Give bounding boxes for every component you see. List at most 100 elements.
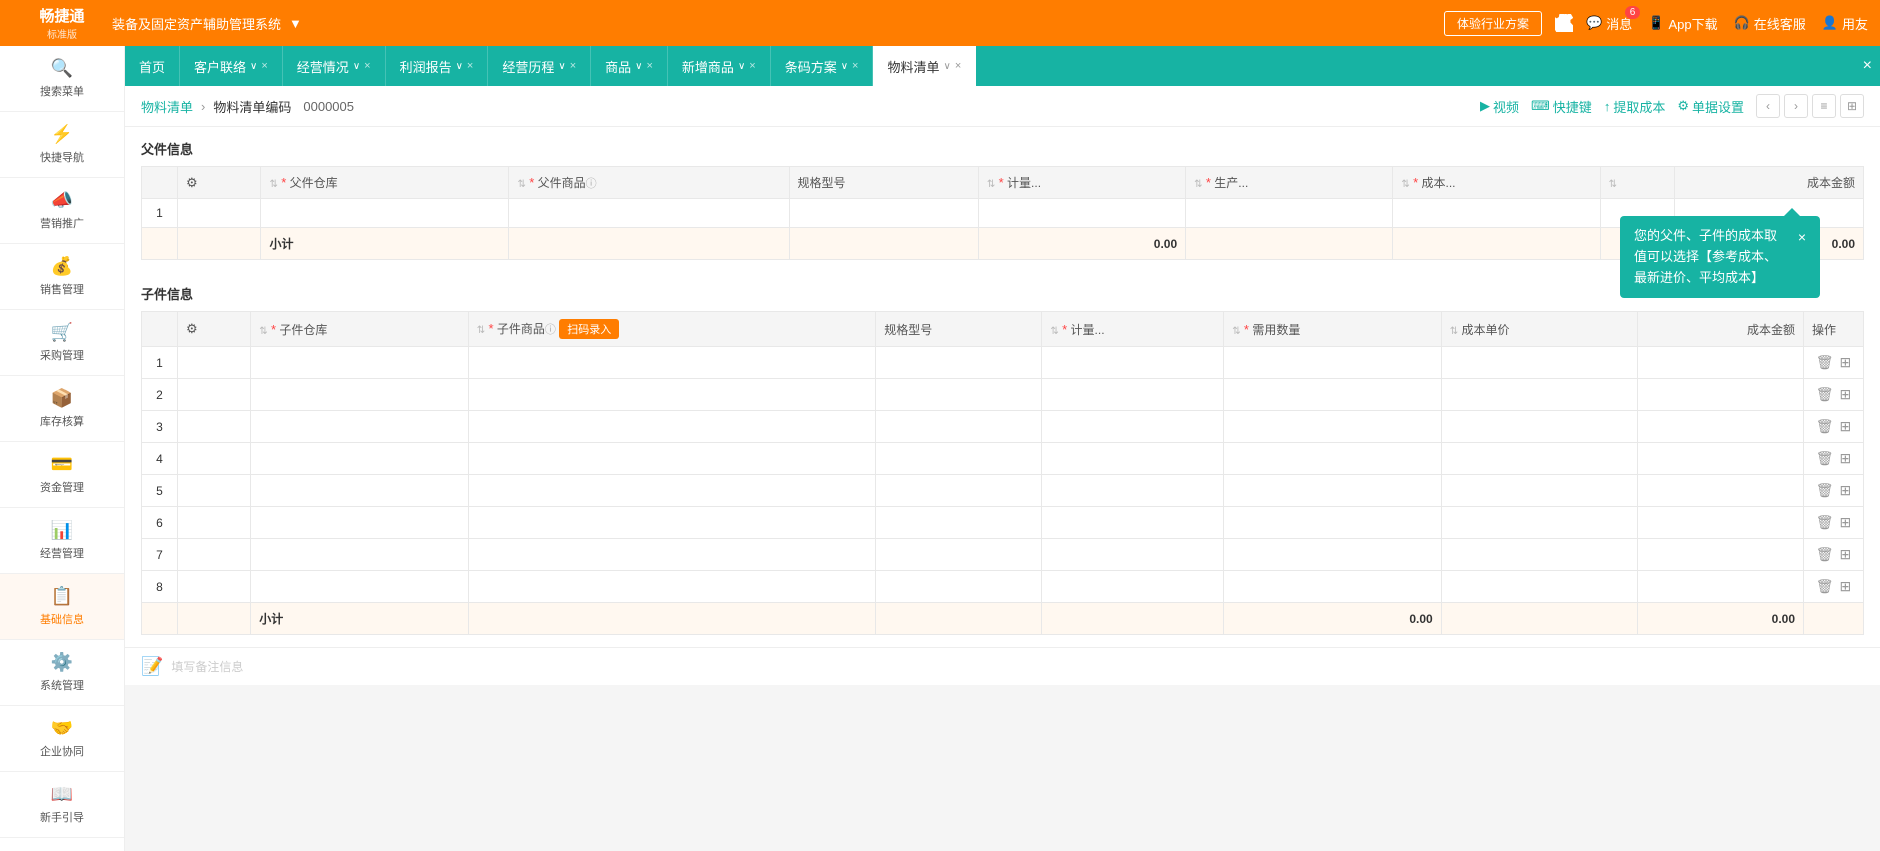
child-row-5-amount[interactable]: [1637, 475, 1803, 507]
child-row-8-warehouse[interactable]: [251, 571, 469, 603]
child-th-settings[interactable]: ⚙: [178, 312, 251, 347]
child-row-3-spec[interactable]: [876, 411, 1042, 443]
child-goods-info-icon[interactable]: ⓘ: [545, 324, 556, 336]
parent-row-1-spec[interactable]: [789, 199, 978, 228]
child-row-4-copy-icon[interactable]: ⊞: [1840, 450, 1852, 467]
tab-profit[interactable]: 利润报告 ∨ ×: [386, 46, 489, 86]
nav-menu-button[interactable]: ≡: [1812, 94, 1836, 118]
breadcrumb-parent[interactable]: 物料清单: [141, 97, 193, 116]
child-row-5-warehouse[interactable]: [251, 475, 469, 507]
child-row-3-unit[interactable]: [1042, 411, 1224, 443]
child-row-6-qty[interactable]: [1224, 507, 1442, 539]
sidebar-item-guide[interactable]: 📖 新手引导: [0, 772, 124, 838]
child-row-5-qty[interactable]: [1224, 475, 1442, 507]
child-row-4-delete-icon[interactable]: 🗑: [1816, 450, 1834, 467]
child-row-7-copy-icon[interactable]: ⊞: [1840, 546, 1852, 563]
parent-row-1-production[interactable]: [1186, 199, 1393, 228]
tooltip-close-button[interactable]: ×: [1798, 226, 1806, 248]
child-row-3-copy-icon[interactable]: ⊞: [1840, 418, 1852, 435]
child-row-7-goods[interactable]: [468, 539, 876, 571]
child-row-5-unit[interactable]: [1042, 475, 1224, 507]
tab-goods-close[interactable]: ×: [646, 60, 652, 72]
tab-barcode-close[interactable]: ×: [852, 60, 858, 72]
sidebar-item-search[interactable]: 🔍 搜索菜单: [0, 46, 124, 112]
child-row-6-warehouse[interactable]: [251, 507, 469, 539]
title-dropdown-icon[interactable]: ▼: [289, 16, 302, 31]
sidebar-item-purchase[interactable]: 🛒 采购管理: [0, 310, 124, 376]
child-row-1-spec[interactable]: [876, 347, 1042, 379]
tab-home[interactable]: 首页: [125, 46, 180, 86]
child-row-4-spec[interactable]: [876, 443, 1042, 475]
nav-expand-button[interactable]: ⊞: [1840, 94, 1864, 118]
child-row-3-unit-price[interactable]: [1441, 411, 1637, 443]
tab-ops-close[interactable]: ×: [364, 60, 370, 72]
tab-new-goods-close[interactable]: ×: [749, 60, 755, 72]
child-row-6-delete-icon[interactable]: 🗑: [1816, 514, 1834, 531]
child-row-5-spec[interactable]: [876, 475, 1042, 507]
child-row-4-unit-price[interactable]: [1441, 443, 1637, 475]
child-row-7-qty[interactable]: [1224, 539, 1442, 571]
child-row-2-goods[interactable]: [468, 379, 876, 411]
child-row-4-goods[interactable]: [468, 443, 876, 475]
app-download-item[interactable]: 📱 App下载: [1648, 14, 1717, 33]
parent-row-1-cost[interactable]: [1393, 199, 1600, 228]
child-row-6-unit[interactable]: [1042, 507, 1224, 539]
tab-new-goods[interactable]: 新增商品 ∨ ×: [668, 46, 771, 86]
child-row-7-delete-icon[interactable]: 🗑: [1816, 546, 1834, 563]
tab-customer[interactable]: 客户联络 ∨ ×: [180, 46, 283, 86]
child-row-7-spec[interactable]: [876, 539, 1042, 571]
child-row-2-copy-icon[interactable]: ⊞: [1840, 386, 1852, 403]
child-row-7-unit[interactable]: [1042, 539, 1224, 571]
parent-row-1-goods[interactable]: [509, 199, 789, 228]
sidebar-item-quick-nav[interactable]: ⚡ 快捷导航: [0, 112, 124, 178]
sidebar-item-system[interactable]: ⚙️ 系统管理: [0, 640, 124, 706]
child-row-4-warehouse[interactable]: [251, 443, 469, 475]
user-avatar-item[interactable]: 👤 用友: [1822, 14, 1868, 33]
child-row-3-goods[interactable]: [468, 411, 876, 443]
child-row-6-unit-price[interactable]: [1441, 507, 1637, 539]
tab-history[interactable]: 经营历程 ∨ ×: [488, 46, 591, 86]
child-row-4-unit[interactable]: [1042, 443, 1224, 475]
child-row-1-qty[interactable]: [1224, 347, 1442, 379]
sidebar-item-enterprise[interactable]: 🤝 企业协同: [0, 706, 124, 772]
child-row-2-delete-icon[interactable]: 🗑: [1816, 386, 1834, 403]
child-row-2-spec[interactable]: [876, 379, 1042, 411]
child-row-7-amount[interactable]: [1637, 539, 1803, 571]
child-row-7-warehouse[interactable]: [251, 539, 469, 571]
nav-prev-button[interactable]: ‹: [1756, 94, 1780, 118]
trial-button[interactable]: 体验行业方案: [1444, 11, 1542, 36]
parent-goods-info-icon[interactable]: ⓘ: [586, 178, 597, 190]
child-row-2-warehouse[interactable]: [251, 379, 469, 411]
sidebar-item-sales[interactable]: 💰 销售管理: [0, 244, 124, 310]
tab-barcode[interactable]: 条码方案 ∨ ×: [771, 46, 874, 86]
tab-history-close[interactable]: ×: [570, 60, 576, 72]
child-row-1-delete-icon[interactable]: 🗑: [1816, 354, 1834, 371]
child-row-4-qty[interactable]: [1224, 443, 1442, 475]
view-video-button[interactable]: ▶ 视频: [1480, 97, 1519, 116]
child-row-1-goods[interactable]: [468, 347, 876, 379]
tab-bom[interactable]: 物料清单 ∨ ×: [873, 46, 976, 86]
child-row-5-copy-icon[interactable]: ⊞: [1840, 482, 1852, 499]
tab-profit-close[interactable]: ×: [467, 60, 473, 72]
child-row-6-goods[interactable]: [468, 507, 876, 539]
child-row-6-spec[interactable]: [876, 507, 1042, 539]
child-row-8-delete-icon[interactable]: 🗑: [1816, 578, 1834, 595]
shortcut-key-button[interactable]: ⌨ 快捷键: [1531, 97, 1592, 116]
child-row-1-amount[interactable]: [1637, 347, 1803, 379]
child-row-1-warehouse[interactable]: [251, 347, 469, 379]
child-row-2-amount[interactable]: [1637, 379, 1803, 411]
child-row-2-unit-price[interactable]: [1441, 379, 1637, 411]
online-service-item[interactable]: 🎧 在线客服: [1734, 14, 1806, 33]
tab-goods[interactable]: 商品 ∨ ×: [591, 46, 668, 86]
child-row-8-goods[interactable]: [468, 571, 876, 603]
child-row-7-unit-price[interactable]: [1441, 539, 1637, 571]
nav-next-button[interactable]: ›: [1784, 94, 1808, 118]
tab-close-all-icon[interactable]: ×: [1863, 57, 1872, 75]
child-row-1-copy-icon[interactable]: ⊞: [1840, 354, 1852, 371]
tab-customer-close[interactable]: ×: [261, 60, 267, 72]
child-row-6-amount[interactable]: [1637, 507, 1803, 539]
child-row-3-warehouse[interactable]: [251, 411, 469, 443]
child-row-8-spec[interactable]: [876, 571, 1042, 603]
sidebar-item-basic-info[interactable]: 📋 基础信息: [0, 574, 124, 640]
child-row-8-unit-price[interactable]: [1441, 571, 1637, 603]
